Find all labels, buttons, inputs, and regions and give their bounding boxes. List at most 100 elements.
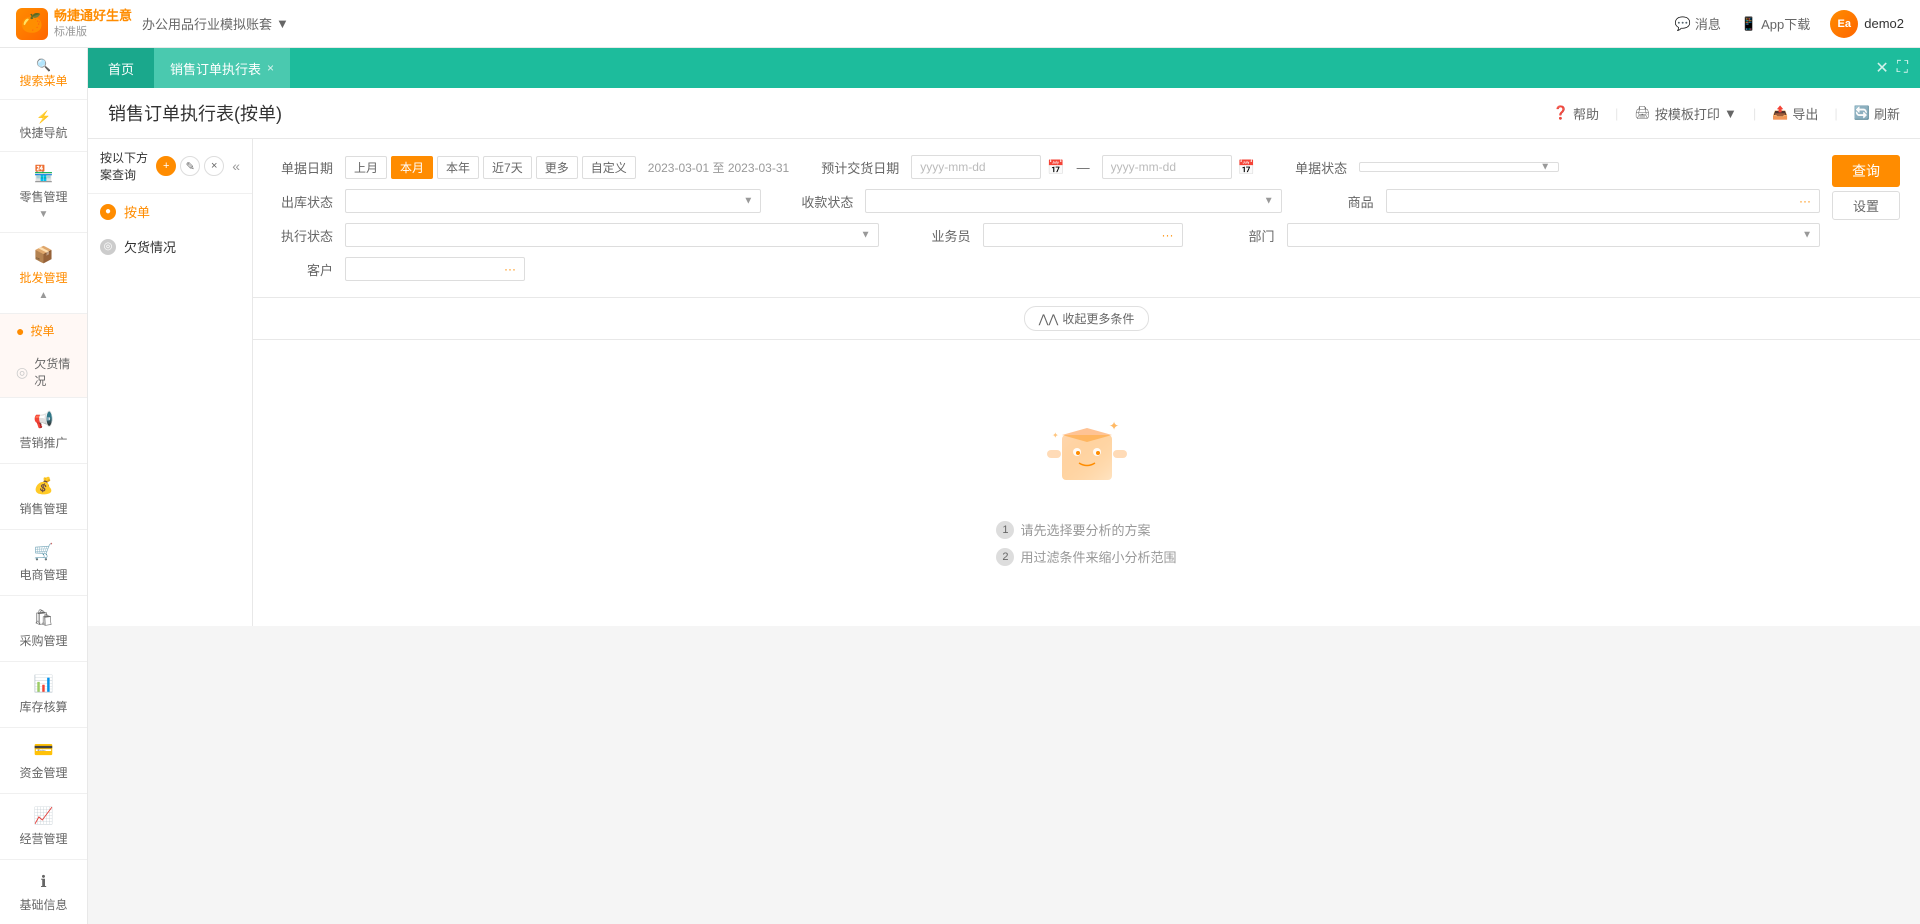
payment-status-wrapper (865, 189, 1281, 213)
message-btn[interactable]: 💬 消息 (1675, 14, 1721, 33)
logo-icon: 🍊 (16, 8, 48, 40)
date-btn-custom[interactable]: 自定义 (582, 156, 636, 179)
date-from-input[interactable] (911, 155, 1041, 179)
app-download-icon: 📱 (1741, 16, 1757, 32)
sidebar-item-retail[interactable]: 🏪 零售管理 ▼ (0, 152, 87, 233)
user-area[interactable]: Ea demo2 (1830, 10, 1904, 38)
sidebar-item-inventory[interactable]: 📊 库存核算 (0, 662, 87, 728)
filter-row-4: 客户 ··· (273, 257, 1820, 281)
sidebar-sub-item-order[interactable]: ● 按单 (0, 314, 87, 347)
basic-icon: ℹ (40, 872, 46, 892)
payment-status-label: 收款状态 (793, 192, 853, 211)
delivery-status-wrapper (345, 189, 761, 213)
execution-status-select[interactable] (345, 223, 879, 247)
date-btn-this-year[interactable]: 本年 (437, 156, 479, 179)
tab-sales-order[interactable]: 销售订单执行表 × (154, 48, 290, 88)
wholesale-icon: 📦 (34, 245, 54, 265)
date-from-group: 📅 (911, 155, 1064, 179)
payment-status-select[interactable] (865, 189, 1281, 213)
tab-maximize-btn[interactable]: ⛶ (1897, 59, 1908, 77)
scheme-add-btn[interactable]: + (156, 156, 176, 176)
scheme-item-debt[interactable]: ◎ 欠货情况 (88, 229, 252, 264)
customer-label: 客户 (273, 260, 333, 279)
sidebar-sub-item-debt[interactable]: ◎ 欠货情况 (0, 347, 87, 397)
scheme-delete-btn[interactable]: × (204, 156, 224, 176)
tab-close-window-btn[interactable]: ✕ (1875, 58, 1888, 78)
finance-icon: 💳 (34, 740, 54, 760)
retail-icon: 🏪 (34, 164, 54, 184)
order-status-label: 单据状态 (1287, 158, 1347, 177)
right-side: 首页 销售订单执行表 × ✕ ⛶ 销售订单执行表(按单) ❓ (88, 48, 1920, 924)
collapse-more-btn[interactable]: ⋀⋀ 收起更多条件 (1024, 306, 1150, 331)
filter-row-1-fields: 单据日期 上月 本月 本年 近7天 更多 自定义 (273, 155, 1820, 281)
logo-area: 🍊 畅捷通好生意 标准版 (16, 8, 132, 40)
top-header: 🍊 畅捷通好生意 标准版 办公用品行业模拟账套 ▼ 💬 消息 📱 App下载 E… (0, 0, 1920, 48)
refresh-icon: 🔄 (1854, 105, 1870, 121)
date-btn-last-month[interactable]: 上月 (345, 156, 387, 179)
empty-hints: 1 请先选择要分析的方案 2 用过滤条件来缩小分析范围 (996, 520, 1176, 566)
purchase-icon: 🛍 (33, 608, 53, 628)
inventory-icon: 📊 (34, 674, 54, 694)
filter-section: 单据日期 上月 本月 本年 近7天 更多 自定义 (253, 139, 1920, 298)
department-wrapper (1287, 223, 1821, 247)
operations-icon: 📈 (34, 806, 54, 826)
sidebar-item-operations[interactable]: 📈 经营管理 (0, 794, 87, 860)
goods-input[interactable]: ··· (1386, 189, 1820, 213)
sidebar-item-marketing[interactable]: 📢 营销推广 (0, 398, 87, 464)
collapse-more-bar: ⋀⋀ 收起更多条件 (253, 298, 1920, 340)
filter-row-1: 单据日期 上月 本月 本年 近7天 更多 自定义 (273, 155, 1900, 281)
page-container: 销售订单执行表(按单) ❓ 帮助 | 🖨 按模板打印 ▼ | (88, 88, 1920, 626)
template-print-btn[interactable]: 🖨 按模板打印 ▼ (1634, 104, 1736, 123)
date-btn-this-month[interactable]: 本月 (391, 156, 433, 179)
sidebar-item-finance[interactable]: 💳 资金管理 (0, 728, 87, 794)
sidebar-item-ecommerce[interactable]: 🛒 电商管理 (0, 530, 87, 596)
date-label: 单据日期 (273, 158, 333, 177)
search-icon: 🔍 (8, 58, 79, 72)
export-btn[interactable]: 📤 导出 (1772, 104, 1818, 123)
help-btn[interactable]: ❓ 帮助 (1553, 104, 1599, 123)
scheme-panel-header: 按以下方案查询 + ✎ × « (88, 139, 252, 194)
salesperson-input[interactable]: ··· (983, 223, 1183, 247)
settings-btn[interactable]: 设置 (1832, 191, 1900, 220)
order-status-select[interactable] (1359, 162, 1559, 172)
delivery-status-label: 出库状态 (273, 192, 333, 211)
date-btn-7days[interactable]: 近7天 (483, 156, 532, 179)
sidebar-item-sales[interactable]: 💰 销售管理 (0, 464, 87, 530)
body-area: 按以下方案查询 + ✎ × « ● 按单 (88, 139, 1920, 626)
customer-input[interactable]: ··· (345, 257, 525, 281)
sidebar-search[interactable]: 🔍 搜索菜单 (0, 48, 87, 100)
sidebar-item-basic[interactable]: ℹ 基础信息 (0, 860, 87, 924)
sidebar-item-purchase[interactable]: 🛍 采购管理 (0, 596, 87, 662)
date-to-input[interactable] (1102, 155, 1232, 179)
page-actions: ❓ 帮助 | 🖨 按模板打印 ▼ | 📤 导出 (1553, 104, 1900, 123)
tab-close-btn[interactable]: × (267, 62, 274, 74)
delivery-status-select[interactable] (345, 189, 761, 213)
department-select[interactable] (1287, 223, 1821, 247)
sidebar-quick-nav[interactable]: ⚡ 快捷导航 (0, 100, 87, 152)
goods-label: 商品 (1314, 192, 1374, 211)
hint-num-1: 1 (996, 521, 1014, 539)
app-download-btn[interactable]: 📱 App下载 (1741, 14, 1810, 33)
calendar-to-icon[interactable]: 📅 (1238, 159, 1255, 176)
quick-nav-icon: ⚡ (8, 110, 79, 124)
filter-row-3: 执行状态 业务员 ··· 部门 (273, 223, 1820, 247)
refresh-btn[interactable]: 🔄 刷新 (1854, 104, 1900, 123)
date-range-display: 2023-03-01 至 2023-03-31 (648, 159, 789, 176)
tab-bar-actions: ✕ ⛶ (1875, 58, 1920, 78)
date-btn-more[interactable]: 更多 (536, 156, 578, 179)
wholesale-submenu: ● 按单 ◎ 欠货情况 (0, 314, 87, 398)
scheme-item-order[interactable]: ● 按单 (88, 194, 252, 229)
salesperson-label: 业务员 (911, 226, 971, 245)
date-to-group: 📅 (1102, 155, 1255, 179)
empty-hint-1: 1 请先选择要分析的方案 (996, 520, 1176, 539)
tab-home[interactable]: 首页 (88, 48, 154, 88)
company-selector[interactable]: 办公用品行业模拟账套 ▼ (142, 14, 289, 33)
export-icon: 📤 (1772, 105, 1788, 121)
search-btn[interactable]: 查询 (1832, 155, 1900, 187)
sidebar-item-wholesale[interactable]: 📦 批发管理 ▲ (0, 233, 87, 314)
filter-action-btns: 查询 设置 (1832, 155, 1900, 220)
calendar-from-icon[interactable]: 📅 (1047, 159, 1064, 176)
ecommerce-icon: 🛒 (34, 542, 54, 562)
scheme-edit-btn[interactable]: ✎ (180, 156, 200, 176)
scheme-collapse-btn[interactable]: « (232, 158, 240, 174)
